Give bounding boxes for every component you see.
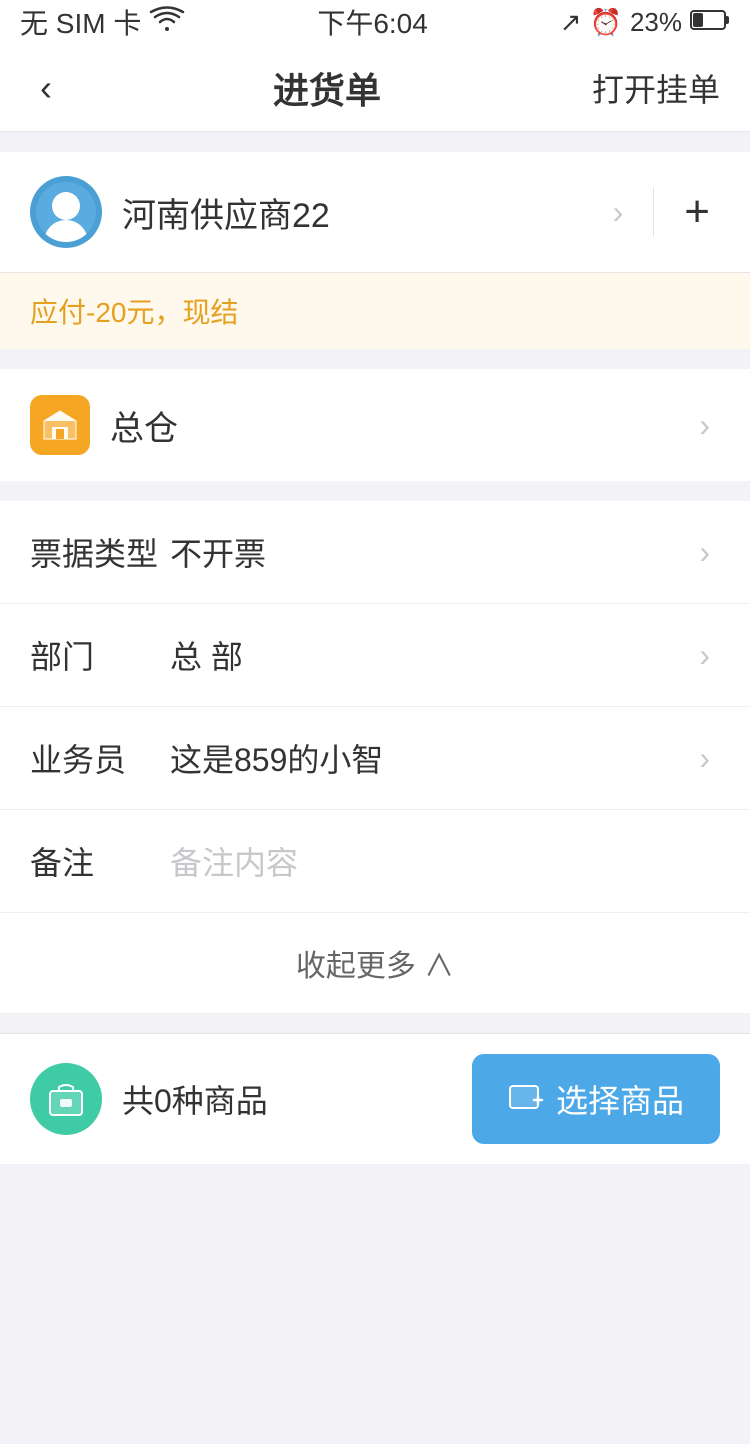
bottom-bar: 共0种商品 选择商品 bbox=[0, 1033, 750, 1164]
status-time: 下午6:04 bbox=[317, 2, 428, 42]
sales-person-value: 这是859的小智 bbox=[170, 735, 699, 781]
sales-person-label: 业务员 bbox=[30, 735, 170, 781]
supplier-row[interactable]: 河南供应商22 › + bbox=[0, 152, 750, 273]
invoice-type-row[interactable]: 票据类型 不开票 › bbox=[0, 501, 750, 603]
form-section: 票据类型 不开票 › 部门 总 部 › 业务员 这是859的小智 › 备注 备注… bbox=[0, 501, 750, 1013]
nav-bar: ‹ 进货单 打开挂单 bbox=[0, 44, 750, 132]
status-left: 无 SIM 卡 bbox=[20, 2, 185, 42]
section-gap-3 bbox=[0, 481, 750, 501]
product-count-label: 共0种商品 bbox=[122, 1076, 452, 1122]
remark-label: 备注 bbox=[30, 838, 170, 884]
section-gap-4 bbox=[0, 1013, 750, 1033]
remark-row[interactable]: 备注 备注内容 bbox=[0, 809, 750, 912]
background-area bbox=[0, 1164, 750, 1444]
invoice-type-label: 票据类型 bbox=[30, 529, 170, 575]
invoice-chevron-icon: › bbox=[699, 534, 710, 571]
back-button[interactable]: ‹ bbox=[30, 57, 62, 119]
department-label: 部门 bbox=[30, 632, 170, 678]
sales-person-row[interactable]: 业务员 这是859的小智 › bbox=[0, 706, 750, 809]
notice-text: 应付-20元，现结 bbox=[30, 297, 238, 328]
salesperson-chevron-icon: › bbox=[699, 740, 710, 777]
warehouse-row[interactable]: 总仓 › bbox=[0, 369, 750, 481]
page-title: 进货单 bbox=[273, 62, 381, 114]
invoice-type-value: 不开票 bbox=[170, 529, 699, 575]
wifi-icon bbox=[149, 5, 185, 40]
divider bbox=[653, 187, 654, 237]
status-right: ↗ ⏰ 23% bbox=[560, 7, 730, 38]
alarm-icon: ⏰ bbox=[590, 7, 622, 38]
warehouse-section: 总仓 › bbox=[0, 369, 750, 481]
status-bar: 无 SIM 卡 下午6:04 ↗ ⏰ 23% bbox=[0, 0, 750, 44]
battery-label: 23% bbox=[630, 7, 682, 38]
notice-banner: 应付-20元，现结 bbox=[0, 273, 750, 349]
carrier-label: 无 SIM 卡 bbox=[20, 2, 141, 42]
collapse-button[interactable]: 收起更多 ∧ bbox=[0, 912, 750, 1013]
add-supplier-button[interactable]: + bbox=[674, 187, 720, 237]
supplier-name: 河南供应商22 bbox=[122, 188, 613, 237]
supplier-section: 河南供应商22 › + 应付-20元，现结 bbox=[0, 152, 750, 349]
battery-icon bbox=[690, 7, 730, 38]
remark-input[interactable]: 备注内容 bbox=[170, 838, 720, 884]
location-icon: ↗ bbox=[560, 7, 582, 38]
department-value: 总 部 bbox=[170, 632, 699, 678]
select-product-label: 选择商品 bbox=[556, 1076, 684, 1122]
section-gap-1 bbox=[0, 132, 750, 152]
department-row[interactable]: 部门 总 部 › bbox=[0, 603, 750, 706]
warehouse-icon bbox=[30, 395, 90, 455]
supplier-chevron-icon: › bbox=[613, 194, 624, 231]
warehouse-name: 总仓 bbox=[110, 401, 699, 450]
department-chevron-icon: › bbox=[699, 637, 710, 674]
product-icon-wrap bbox=[30, 1063, 102, 1135]
warehouse-chevron-icon: › bbox=[699, 407, 710, 444]
supplier-avatar bbox=[30, 176, 102, 248]
open-pending-button[interactable]: 打开挂单 bbox=[592, 65, 720, 111]
section-gap-2 bbox=[0, 349, 750, 369]
select-product-button[interactable]: 选择商品 bbox=[472, 1054, 720, 1144]
